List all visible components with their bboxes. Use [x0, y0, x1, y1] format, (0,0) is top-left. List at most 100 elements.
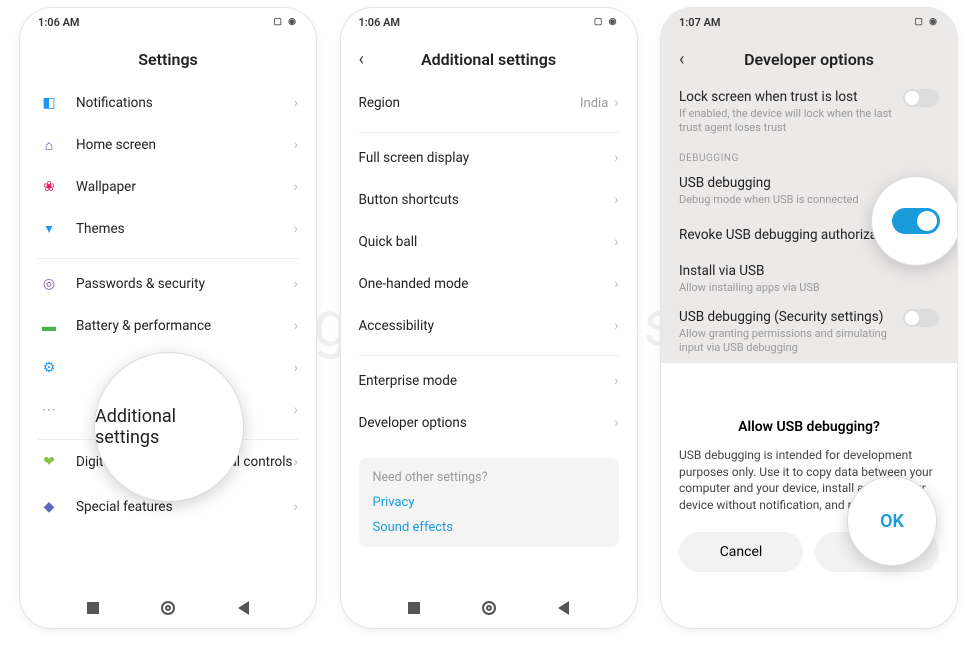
gear-icon: ⚙ — [38, 360, 60, 376]
row-full-screen-display[interactable]: Full screen display › — [359, 137, 619, 179]
row-label: Lock screen when trust is lost — [679, 89, 903, 105]
row-label: Developer options — [359, 415, 615, 431]
back-button[interactable]: ‹ — [359, 49, 364, 70]
row-label: Install via USB — [679, 263, 939, 279]
row-label: Themes — [76, 221, 294, 237]
row-home-screen[interactable]: ⌂ Home screen › — [38, 124, 298, 166]
magnifier-usb-toggle — [871, 176, 957, 266]
row-button-shortcuts[interactable]: Button shortcuts › — [359, 179, 619, 221]
chevron-right-icon: › — [614, 415, 618, 431]
wellbeing-icon: ❤ — [38, 454, 60, 470]
dialog-title: Allow USB debugging? — [679, 419, 939, 435]
chevron-right-icon: › — [294, 95, 298, 111]
status-icons: ▢ ◉ — [273, 17, 298, 27]
row-label: Home screen — [76, 137, 294, 153]
row-subtitle: Allow installing apps via USB — [679, 281, 939, 295]
row-label: Full screen display — [359, 150, 615, 166]
chevron-right-icon: › — [294, 499, 298, 515]
status-icons: ▢ ◉ — [914, 17, 939, 27]
row-accessibility[interactable]: Accessibility › — [359, 305, 619, 347]
clock: 1:06 AM — [38, 16, 80, 29]
magnifier-additional-settings: Additional settings — [94, 352, 244, 502]
row-region[interactable]: Region India › — [359, 82, 619, 124]
chevron-right-icon: › — [294, 402, 298, 418]
row-label: USB debugging (Security settings) — [679, 309, 903, 325]
row-notifications[interactable]: ◧ Notifications › — [38, 82, 298, 124]
row-label: Passwords & security — [76, 276, 294, 292]
footer-question: Need other settings? — [373, 470, 605, 485]
section-debugging: DEBUGGING — [679, 143, 939, 168]
row-usb-debugging-security[interactable]: USB debugging (Security settings) Allow … — [679, 302, 939, 363]
chevron-right-icon: › — [294, 276, 298, 292]
header: ‹ Developer options — [661, 36, 957, 82]
row-lock-screen-trust[interactable]: Lock screen when trust is lost If enable… — [679, 82, 939, 143]
row-label: Special features — [76, 499, 294, 515]
security-icon: ◎ — [38, 276, 60, 292]
clock: 1:06 AM — [359, 16, 401, 29]
nav-bar — [20, 588, 316, 628]
status-bar: 1:06 AM ▢ ◉ — [20, 8, 316, 36]
row-label: Notifications — [76, 95, 294, 111]
row-battery[interactable]: ▬ Battery & performance › — [38, 305, 298, 347]
row-label: Battery & performance — [76, 318, 294, 334]
nav-bar — [341, 588, 637, 628]
chevron-right-icon: › — [294, 221, 298, 237]
header: Settings — [20, 36, 316, 82]
row-subtitle: Allow granting permissions and simulatin… — [679, 327, 903, 356]
clock: 1:07 AM — [679, 16, 721, 29]
chevron-right-icon: › — [614, 95, 618, 111]
status-icons: ▢ ◉ — [594, 17, 619, 27]
nav-home-icon[interactable] — [161, 601, 175, 615]
link-privacy[interactable]: Privacy — [373, 495, 605, 510]
row-subtitle: If enabled, the device will lock when th… — [679, 107, 903, 136]
divider — [38, 258, 298, 259]
page-title: Additional settings — [421, 50, 556, 69]
row-label: Quick ball — [359, 234, 615, 250]
toggle-lock-trust[interactable] — [903, 89, 939, 107]
back-button[interactable]: ‹ — [679, 49, 684, 70]
row-themes[interactable]: ▾ Themes › — [38, 208, 298, 250]
magnifier-ok-button: OK — [847, 476, 937, 566]
magnified-text: Additional settings — [95, 406, 243, 448]
row-enterprise-mode[interactable]: Enterprise mode › — [359, 360, 619, 402]
nav-recent-icon[interactable] — [87, 602, 99, 614]
nav-recent-icon[interactable] — [408, 602, 420, 614]
nav-back-icon[interactable] — [238, 601, 249, 615]
chevron-right-icon: › — [614, 373, 618, 389]
row-developer-options[interactable]: Developer options › — [359, 402, 619, 444]
phone-settings: 1:06 AM ▢ ◉ Settings ◧ Notifications › ⌂… — [20, 8, 316, 628]
row-label: Button shortcuts — [359, 192, 615, 208]
status-bar: 1:06 AM ▢ ◉ — [341, 8, 637, 36]
cancel-button[interactable]: Cancel — [679, 532, 803, 572]
row-quick-ball[interactable]: Quick ball › — [359, 221, 619, 263]
divider — [359, 132, 619, 133]
nav-back-icon[interactable] — [558, 601, 569, 615]
nav-home-icon[interactable] — [482, 601, 496, 615]
divider — [359, 355, 619, 356]
chevron-right-icon: › — [294, 454, 298, 470]
phone-additional-settings: 1:06 AM ▢ ◉ ‹ Additional settings Region… — [341, 8, 637, 628]
toggle-usb-debugging[interactable] — [892, 208, 940, 234]
battery-icon: ▬ — [38, 318, 60, 335]
toggle-usb-security[interactable] — [903, 309, 939, 327]
wallpaper-icon: ❀ — [38, 179, 60, 195]
row-one-handed-mode[interactable]: One-handed mode › — [359, 263, 619, 305]
row-label: Wallpaper — [76, 179, 294, 195]
row-passwords-security[interactable]: ◎ Passwords & security › — [38, 263, 298, 305]
chevron-right-icon: › — [614, 234, 618, 250]
row-label: One-handed mode — [359, 276, 615, 292]
page-title: Settings — [138, 50, 198, 69]
chevron-right-icon: › — [294, 137, 298, 153]
header: ‹ Additional settings — [341, 36, 637, 82]
link-sound-effects[interactable]: Sound effects — [373, 520, 605, 535]
chevron-right-icon: › — [614, 276, 618, 292]
chevron-right-icon: › — [614, 150, 618, 166]
row-wallpaper[interactable]: ❀ Wallpaper › — [38, 166, 298, 208]
chevron-right-icon: › — [614, 192, 618, 208]
notifications-icon: ◧ — [38, 95, 60, 111]
row-label: Region — [359, 95, 581, 111]
status-bar: 1:07 AM ▢ ◉ — [661, 8, 957, 36]
row-value: India — [580, 96, 608, 111]
page-title: Developer options — [744, 50, 874, 69]
chevron-right-icon: › — [294, 318, 298, 334]
